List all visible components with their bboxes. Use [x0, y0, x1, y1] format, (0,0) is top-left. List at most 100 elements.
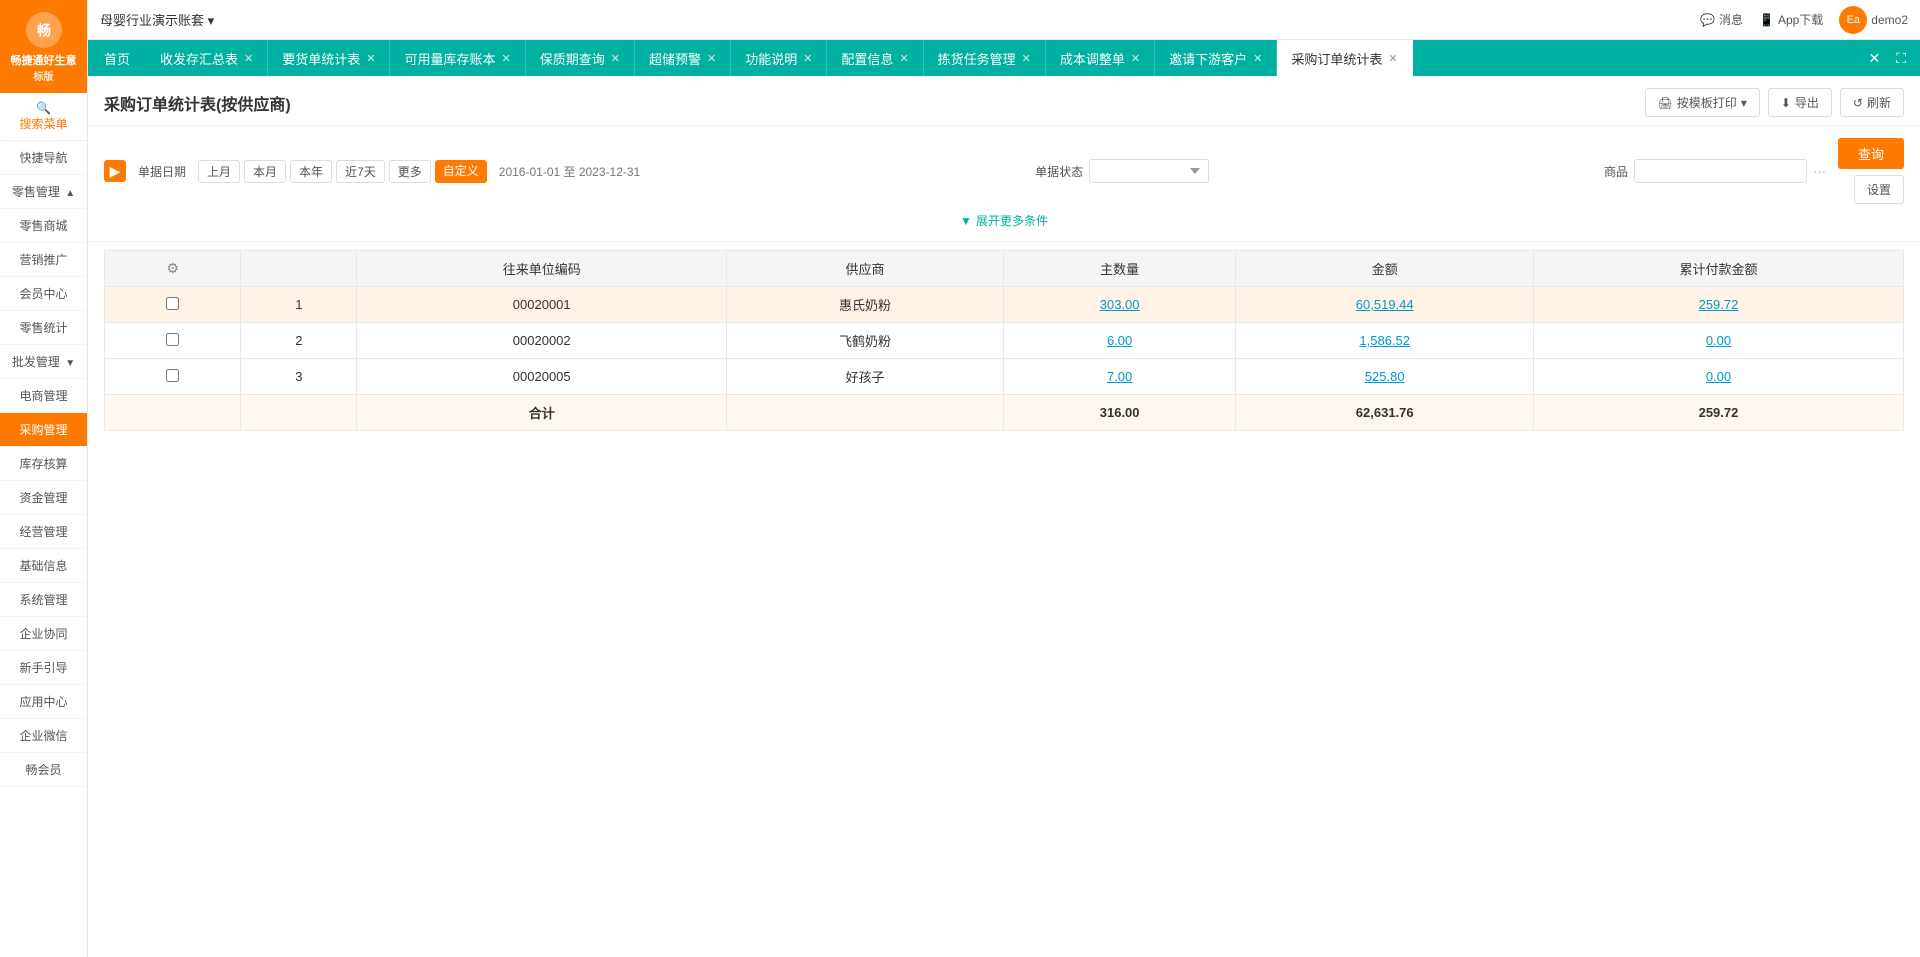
sidebar-item-wechat[interactable]: 企业微信	[0, 719, 87, 753]
row-paid-link-1[interactable]: 0.00	[1706, 333, 1731, 348]
tab-close-overstock[interactable]: ✕	[707, 52, 716, 65]
goods-input[interactable]	[1634, 159, 1807, 183]
query-btn[interactable]: 查询	[1838, 138, 1904, 169]
tab-avail-inventory[interactable]: 可用量库存账本 ✕	[390, 40, 525, 76]
tab-warranty[interactable]: 保质期查询 ✕	[526, 40, 635, 76]
tab-close-warranty[interactable]: ✕	[611, 52, 620, 65]
row-qty-1[interactable]: 6.00	[1003, 323, 1236, 359]
tab-close-receive-send[interactable]: ✕	[244, 52, 253, 65]
row-amount-link-1[interactable]: 1,586.52	[1359, 333, 1410, 348]
row-paid-link-2[interactable]: 0.00	[1706, 369, 1731, 384]
print-btn[interactable]: 🖨 按模板打印 ▾	[1645, 88, 1760, 117]
row-amount-1[interactable]: 1,586.52	[1236, 323, 1534, 359]
tab-receive-send[interactable]: 收发存汇总表 ✕	[146, 40, 268, 76]
header-actions: 🖨 按模板打印 ▾ ⬇ 导出 ↺ 刷新	[1645, 88, 1904, 117]
goods-more-icon[interactable]: ···	[1813, 164, 1826, 179]
sidebar-item-retail-shop[interactable]: 零售商城	[0, 209, 87, 243]
row-qty-0[interactable]: 303.00	[1003, 287, 1236, 323]
col-header-paid: 累计付款金额	[1533, 251, 1903, 287]
col-header-qty: 主数量	[1003, 251, 1236, 287]
row-paid-2[interactable]: 0.00	[1533, 359, 1903, 395]
search-menu[interactable]: 🔍 搜索菜单	[0, 93, 87, 141]
tab-purchase-stat[interactable]: 采购订单统计表 ✕	[1277, 40, 1412, 76]
tab-close-config-info[interactable]: ✕	[899, 52, 908, 65]
sidebar-item-ecommerce[interactable]: 电商管理	[0, 379, 87, 413]
shortcut-this-month[interactable]: 本月	[244, 160, 286, 183]
row-num-2: 3	[241, 359, 357, 395]
row-paid-0[interactable]: 259.72	[1533, 287, 1903, 323]
shortcut-last-month[interactable]: 上月	[198, 160, 240, 183]
row-qty-2[interactable]: 7.00	[1003, 359, 1236, 395]
status-select[interactable]: 待审核 已审核	[1089, 159, 1209, 183]
tab-close-pick-task[interactable]: ✕	[1022, 52, 1031, 65]
tab-cost-adjust[interactable]: 成本调整单 ✕	[1046, 40, 1155, 76]
row-qty-link-1[interactable]: 6.00	[1107, 333, 1132, 348]
sidebar-item-member[interactable]: 会员中心	[0, 277, 87, 311]
row-supplier-1: 飞鹤奶粉	[727, 323, 1004, 359]
footer-settings-cell	[105, 395, 241, 431]
sidebar-item-retail-stat[interactable]: 零售统计	[0, 311, 87, 345]
row-amount-0[interactable]: 60,519.44	[1236, 287, 1534, 323]
sidebar-item-marketing[interactable]: 营销推广	[0, 243, 87, 277]
row-amount-link-2[interactable]: 525.80	[1365, 369, 1405, 384]
message-icon: 💬	[1700, 13, 1715, 27]
tab-invite-client[interactable]: 邀请下游客户 ✕	[1155, 40, 1277, 76]
tab-close-cost-adjust[interactable]: ✕	[1131, 52, 1140, 65]
sidebar-item-batch-mgmt[interactable]: 批发管理 ▼	[0, 345, 87, 379]
row-paid-link-0[interactable]: 259.72	[1699, 297, 1739, 312]
sidebar-item-finance[interactable]: 资金管理	[0, 481, 87, 515]
tab-close-all-btn[interactable]: ✕	[1862, 48, 1886, 69]
sidebar-item-operation[interactable]: 经营管理	[0, 515, 87, 549]
settings-btn[interactable]: 设置	[1854, 175, 1904, 204]
user-profile[interactable]: Ea demo2	[1839, 6, 1908, 34]
sidebar-item-system[interactable]: 系统管理	[0, 583, 87, 617]
tab-pick-task[interactable]: 拣货任务管理 ✕	[924, 40, 1046, 76]
tab-func-desc[interactable]: 功能说明 ✕	[731, 40, 827, 76]
download-icon: 📱	[1759, 13, 1774, 27]
row-qty-link-0[interactable]: 303.00	[1100, 297, 1140, 312]
shortcut-this-year[interactable]: 本年	[290, 160, 332, 183]
sidebar-item-vip[interactable]: 畅会员	[0, 753, 87, 787]
account-selector[interactable]: 母婴行业演示账套 ▾	[100, 10, 214, 29]
shortcut-more[interactable]: 更多	[389, 160, 431, 183]
date-shortcuts: 上月 本月 本年 近7天 更多 自定义	[198, 160, 487, 183]
sidebar-item-enterprise[interactable]: 企业协同	[0, 617, 87, 651]
tab-close-purchase-stat[interactable]: ✕	[1388, 52, 1397, 65]
row-checkbox-2[interactable]	[105, 359, 241, 395]
tab-order-stat[interactable]: 要货单统计表 ✕	[268, 40, 390, 76]
row-amount-link-0[interactable]: 60,519.44	[1356, 297, 1414, 312]
footer-amount-cell: 62,631.76	[1236, 395, 1534, 431]
message-btn[interactable]: 💬 消息	[1700, 11, 1743, 28]
date-label: 单据日期	[138, 163, 186, 180]
sidebar-item-purchase[interactable]: 采购管理	[0, 413, 87, 447]
sidebar-item-retail-mgmt[interactable]: 零售管理 ▲	[0, 175, 87, 209]
tab-close-order-stat[interactable]: ✕	[366, 52, 375, 65]
filter-toggle-btn[interactable]: ▶	[104, 160, 126, 182]
tab-fullscreen-btn[interactable]: ⛶	[1890, 48, 1912, 69]
avatar: Ea	[1839, 6, 1867, 34]
expand-more-btn[interactable]: ▼ 展开更多条件	[960, 212, 1048, 229]
tab-close-func-desc[interactable]: ✕	[803, 52, 812, 65]
row-checkbox-1[interactable]	[105, 323, 241, 359]
row-qty-link-2[interactable]: 7.00	[1107, 369, 1132, 384]
quick-nav[interactable]: 快捷导航	[0, 141, 87, 175]
tab-close-invite-client[interactable]: ✕	[1253, 52, 1262, 65]
table-settings-icon[interactable]: ⚙	[166, 260, 179, 276]
app-logo[interactable]: 畅 畅捷通好生意 标版	[0, 0, 87, 93]
tab-home[interactable]: 首页	[88, 40, 146, 76]
tab-overstock[interactable]: 超储预警 ✕	[635, 40, 731, 76]
sidebar-item-newbie[interactable]: 新手引导	[0, 651, 87, 685]
export-btn[interactable]: ⬇ 导出	[1768, 88, 1832, 117]
tab-config-info[interactable]: 配置信息 ✕	[827, 40, 923, 76]
row-amount-2[interactable]: 525.80	[1236, 359, 1534, 395]
refresh-btn[interactable]: ↺ 刷新	[1840, 88, 1904, 117]
tab-close-avail-inventory[interactable]: ✕	[502, 52, 511, 65]
shortcut-7days[interactable]: 近7天	[336, 160, 385, 183]
sidebar-item-inventory[interactable]: 库存核算	[0, 447, 87, 481]
row-checkbox-0[interactable]	[105, 287, 241, 323]
app-download-btn[interactable]: 📱 App下载	[1759, 11, 1823, 28]
sidebar-item-appstore[interactable]: 应用中心	[0, 685, 87, 719]
row-paid-1[interactable]: 0.00	[1533, 323, 1903, 359]
sidebar-item-basic-info[interactable]: 基础信息	[0, 549, 87, 583]
col-header-settings[interactable]: ⚙	[105, 251, 241, 287]
